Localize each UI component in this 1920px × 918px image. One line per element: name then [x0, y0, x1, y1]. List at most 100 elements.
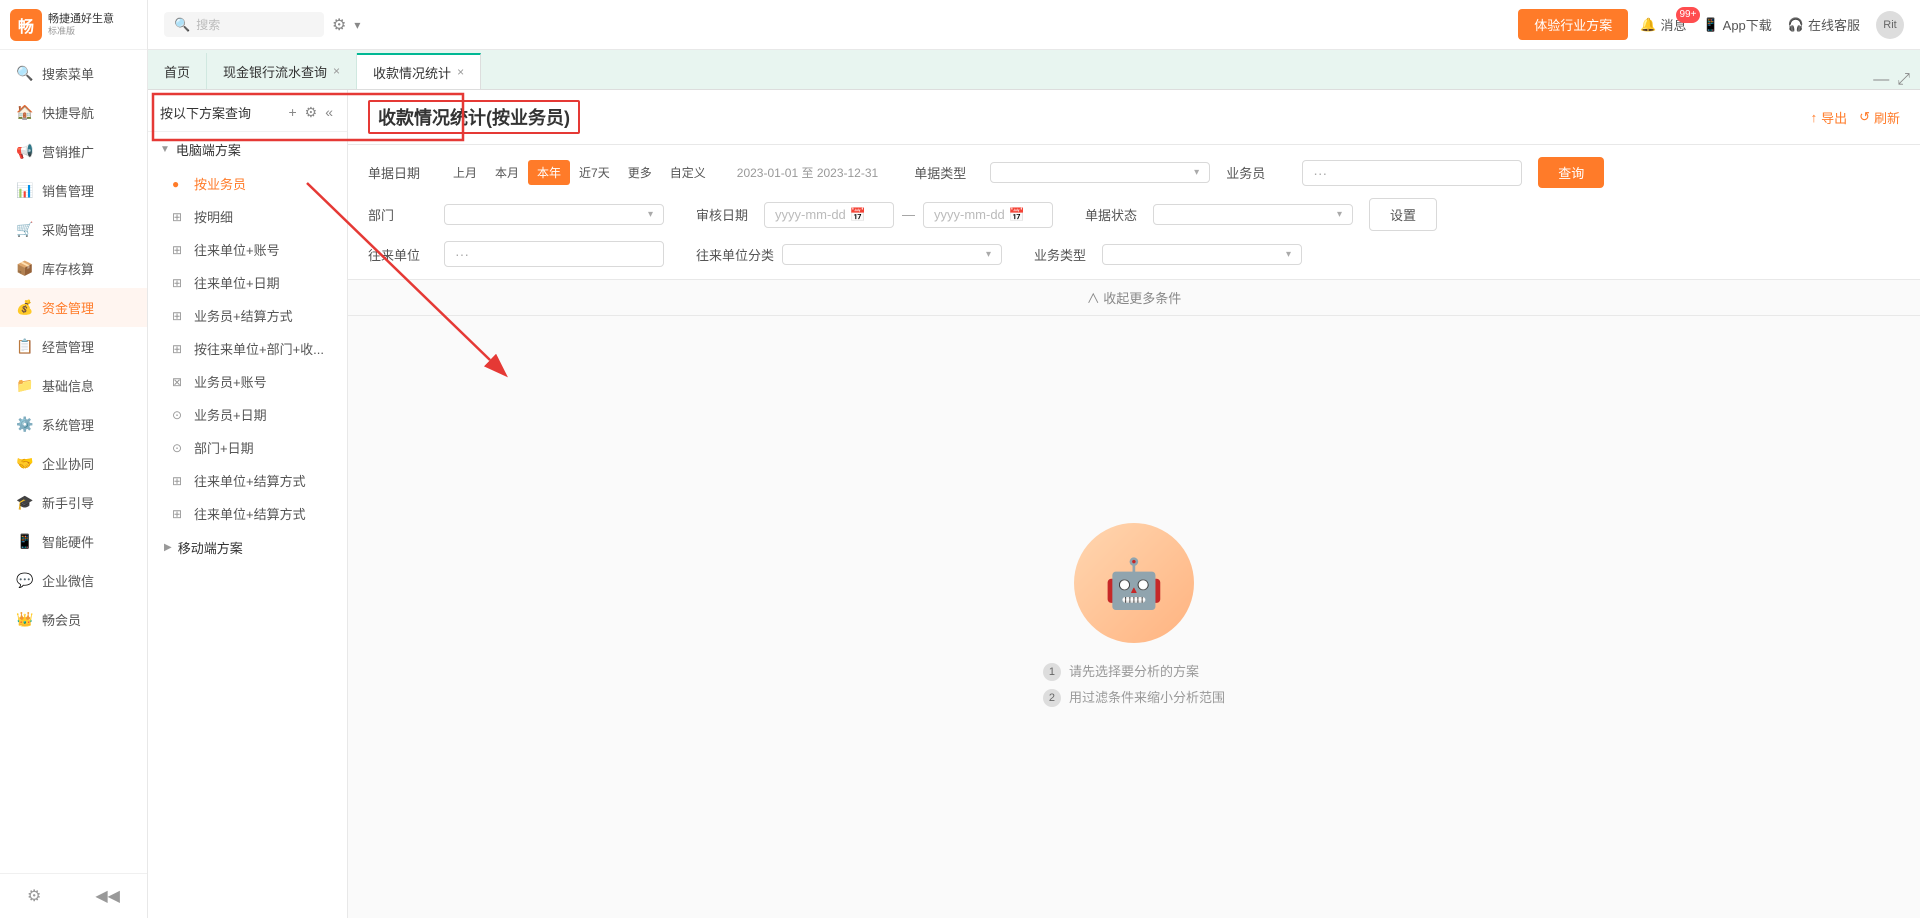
unit-classification-label: 往来单位分类 — [696, 245, 774, 264]
sidebar-item-purchase[interactable]: 🛒 采购管理 — [0, 210, 147, 249]
receipt-type-select[interactable]: ▾ — [990, 162, 1210, 183]
sidebar-item-sales[interactable]: 📊 销售管理 — [0, 171, 147, 210]
empty-hints: 1 请先选择要分析的方案 2 用过滤条件来缩小分析范围 — [1043, 659, 1225, 711]
receipt-status-select[interactable]: ▾ — [1153, 204, 1353, 225]
scheme-group-pc-header[interactable]: ▼ 电脑端方案 — [148, 132, 347, 167]
topbar: 🔍 搜索 ⚙ ▾ 体验行业方案 🔔 消息 99+ 📱 App下载 🎧 在线客服 … — [148, 0, 1920, 50]
unit-classification-select[interactable]: ▾ — [782, 244, 1002, 265]
dept-date-icon: ⊙ — [172, 441, 188, 455]
settings-button[interactable]: 设置 — [1369, 198, 1437, 231]
sidebar-settings-btn[interactable]: ⚙ — [19, 882, 49, 910]
calendar-icon[interactable]: 📅 — [850, 207, 866, 223]
audit-date-group: 审核日期 yyyy-mm-dd 📅 — yyyy-mm-dd 📅 — [696, 202, 1053, 228]
refresh-icon: ↺ — [1859, 109, 1870, 125]
demo-button[interactable]: 体验行业方案 — [1518, 9, 1628, 40]
sidebar-item-finance[interactable]: 💰 资金管理 — [0, 288, 147, 327]
sidebar-item-basic-info[interactable]: 📁 基础信息 — [0, 366, 147, 405]
scheme-item-unit-date[interactable]: ⊞ 往来单位+日期 — [148, 266, 347, 299]
sidebar-item-operation[interactable]: 📋 经营管理 — [0, 327, 147, 366]
scheme-group-mobile: ▶ 移动端方案 — [148, 530, 347, 565]
unit-select[interactable]: ··· — [444, 241, 664, 267]
scheme-item-by-salesperson[interactable]: ● 按业务员 — [148, 167, 347, 200]
scheme-group-mobile-header[interactable]: ▶ 移动端方案 — [148, 530, 347, 565]
tab-collection[interactable]: 收款情况统计 × — [357, 53, 481, 89]
topbar-search-area[interactable]: 🔍 搜索 — [164, 12, 324, 37]
sidebar-item-quick-nav[interactable]: 🏠 快捷导航 — [0, 93, 147, 132]
salesperson-settle-icon: ⊞ — [172, 309, 188, 323]
main-area: 🔍 搜索 ⚙ ▾ 体验行业方案 🔔 消息 99+ 📱 App下载 🎧 在线客服 … — [148, 0, 1920, 918]
tab-bank-flow[interactable]: 现金银行流水查询 × — [207, 53, 357, 89]
audit-date-end-input[interactable]: yyyy-mm-dd 📅 — [923, 202, 1053, 228]
unit-label: 往来单位 — [368, 245, 428, 264]
scheme-item-unit-dept-collect[interactable]: ⊞ 按往来单位+部门+收... — [148, 332, 347, 365]
date-tab-last7[interactable]: 近7天 — [570, 160, 619, 185]
app-download-btn[interactable]: 📱 App下载 — [1702, 15, 1771, 34]
empty-hint-2: 2 用过滤条件来缩小分析范围 — [1043, 685, 1225, 711]
date-tab-custom[interactable]: 自定义 — [661, 160, 715, 185]
dept-select[interactable]: ▾ — [444, 204, 664, 225]
calendar-icon-2[interactable]: 📅 — [1009, 207, 1025, 223]
scheme-item-salesperson-date[interactable]: ⊙ 业务员+日期 — [148, 398, 347, 431]
filter-area: 单据日期 上月 本月 本年 近7天 更多 自定义 2023-01-01 至 20… — [348, 145, 1920, 280]
business-type-select[interactable]: ▾ — [1102, 244, 1302, 265]
empty-state: 🤖 1 请先选择要分析的方案 2 用过滤条件来缩小分析范围 — [348, 316, 1920, 918]
date-tab-this-year[interactable]: 本年 — [528, 160, 570, 185]
scheme-item-salesperson-account[interactable]: ⊠ 业务员+账号 — [148, 365, 347, 398]
panel-collapse-btn[interactable]: « — [323, 102, 335, 123]
online-service-btn[interactable]: 🎧 在线客服 — [1788, 15, 1860, 34]
unit-ellipsis[interactable]: ··· — [455, 246, 469, 262]
collapse-label: ∧ 收起更多条件 — [1087, 291, 1182, 306]
sidebar-item-marketing[interactable]: 📢 营销推广 — [0, 132, 147, 171]
date-dash: — — [902, 207, 915, 222]
panel-settings-btn[interactable]: ⚙ — [303, 102, 320, 123]
scheme-item-dept-date[interactable]: ⊙ 部门+日期 — [148, 431, 347, 464]
sidebar-item-new-guide[interactable]: 🎓 新手引导 — [0, 483, 147, 522]
user-avatar[interactable]: Rit — [1876, 11, 1904, 39]
salesperson-ellipsis[interactable]: ··· — [1313, 165, 1327, 181]
scheme-item-unit-settle[interactable]: ⊞ 往来单位+结算方式 — [148, 464, 347, 497]
sidebar-item-enterprise-wx[interactable]: 💬 企业微信 — [0, 561, 147, 600]
audit-date-start-input[interactable]: yyyy-mm-dd 📅 — [764, 202, 894, 228]
sidebar-nav: 🔍 搜索菜单 🏠 快捷导航 📢 营销推广 📊 销售管理 🛒 采购管理 📦 库存核… — [0, 50, 147, 873]
scheme-item-salesperson-settle[interactable]: ⊞ 业务员+结算方式 — [148, 299, 347, 332]
tab-home[interactable]: 首页 — [148, 53, 207, 89]
refresh-btn[interactable]: ↺ 刷新 — [1859, 108, 1900, 127]
sidebar-item-member[interactable]: 👑 畅会员 — [0, 600, 147, 639]
tab-bank-flow-close[interactable]: × — [333, 64, 340, 78]
sidebar-item-system[interactable]: ⚙️ 系统管理 — [0, 405, 147, 444]
date-label: 单据日期 — [368, 163, 428, 182]
topbar-gear-icon[interactable]: ⚙ — [332, 15, 346, 35]
detail-icon: ⊞ — [172, 210, 188, 224]
tabbar-minimize-btn[interactable]: — — [1873, 71, 1889, 89]
unit-dept-icon: ⊞ — [172, 342, 188, 356]
date-tab-last-month[interactable]: 上月 — [444, 160, 486, 185]
receipt-status-group: 单据状态 ▾ — [1085, 204, 1353, 225]
right-panel: 收款情况统计(按业务员) ↑ 导出 ↺ 刷新 单据日期 — [348, 90, 1920, 918]
hint-num-1: 1 — [1043, 663, 1061, 681]
notification-btn[interactable]: 🔔 消息 99+ — [1640, 15, 1686, 34]
query-button[interactable]: 查询 — [1538, 157, 1604, 188]
empty-hint-1: 1 请先选择要分析的方案 — [1043, 659, 1225, 685]
sidebar-item-inventory[interactable]: 📦 库存核算 — [0, 249, 147, 288]
scheme-item-by-detail[interactable]: ⊞ 按明细 — [148, 200, 347, 233]
sidebar-item-search-menu[interactable]: 🔍 搜索菜单 — [0, 54, 147, 93]
scheme-item-unit-account[interactable]: ⊞ 往来单位+账号 — [148, 233, 347, 266]
operation-icon: 📋 — [16, 338, 34, 356]
sidebar-collapse-btn[interactable]: ◀◀ — [87, 882, 128, 910]
enterprise-icon: 🤝 — [16, 455, 34, 473]
sidebar-item-enterprise[interactable]: 🤝 企业协同 — [0, 444, 147, 483]
sidebar-item-smart-hw[interactable]: 📱 智能硬件 — [0, 522, 147, 561]
export-btn[interactable]: ↑ 导出 — [1811, 108, 1848, 127]
topbar-dropdown-icon[interactable]: ▾ — [354, 18, 360, 32]
audit-date-start-text: yyyy-mm-dd — [775, 207, 846, 222]
tabbar-expand-btn[interactable]: ⤢ — [1897, 71, 1910, 89]
tab-home-label: 首页 — [164, 62, 190, 81]
collapse-bar[interactable]: ∧ 收起更多条件 — [348, 280, 1920, 316]
mobile-group-arrow: ▶ — [164, 542, 172, 553]
date-tab-more[interactable]: 更多 — [619, 160, 661, 185]
date-tab-this-month[interactable]: 本月 — [486, 160, 528, 185]
tab-collection-close[interactable]: × — [457, 65, 464, 79]
salesperson-select[interactable]: ··· — [1302, 160, 1522, 186]
scheme-item-unit-settle2[interactable]: ⊞ 往来单位+结算方式 — [148, 497, 347, 530]
panel-add-btn[interactable]: + — [286, 102, 298, 123]
